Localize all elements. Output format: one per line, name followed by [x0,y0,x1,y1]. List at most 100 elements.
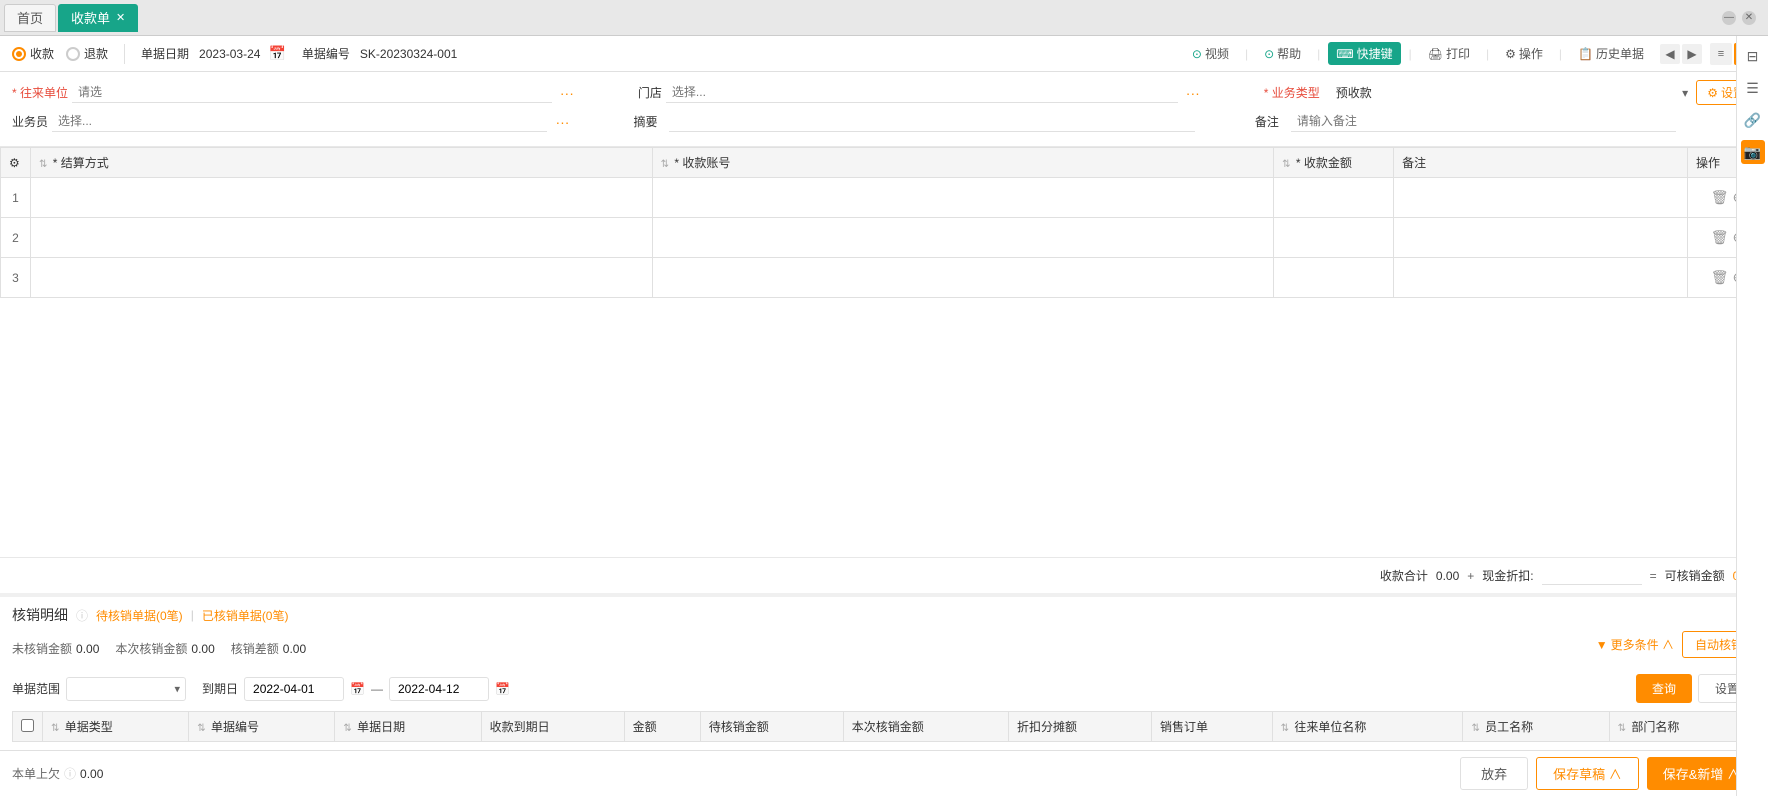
row-2-remarks[interactable] [1394,218,1688,258]
row-3-amount[interactable] [1274,258,1394,298]
counterpart-sort[interactable] [1281,720,1291,734]
writeoff-stats: 未核销金额 0.00 本次核销金额 0.00 核销差额 0.00 ▼ 更多条件 … [12,631,1756,666]
due-date-start-input[interactable] [244,677,344,701]
radio-receipt-label: 收款 [30,45,54,62]
row-1-delete-button[interactable]: 🗑 [1711,189,1729,206]
tab-bar: 首页 收款单 ✕ — ✕ [0,0,1768,36]
counterpart-more-icon[interactable]: ··· [556,85,578,101]
right-panel-attachment-button[interactable]: 🔗 [1741,108,1765,132]
account-sort[interactable] [661,156,671,170]
shop-more-icon[interactable]: ··· [1182,85,1204,101]
row-1-amount[interactable] [1274,178,1394,218]
row-1-remarks[interactable] [1394,178,1688,218]
number-field: 单据编号 SK-20230324-001 [302,45,457,62]
current-value: 0.00 [191,642,214,656]
right-panel-list-button[interactable]: ☰ [1741,76,1765,100]
range-select[interactable] [66,677,186,701]
table-row: 3 🗑 ⊕ [1,258,1768,298]
prev-arrow[interactable]: ◀ [1660,44,1680,64]
toolbar-divider-1 [124,44,125,64]
writeoff-info-icon[interactable]: ⓘ [76,607,88,624]
next-arrow[interactable]: ▶ [1682,44,1702,64]
filter-row: 单据范围 到期日 📅 — 📅 [12,674,1756,703]
video-icon: ⊙ [1192,47,1202,61]
shop-input[interactable] [666,82,1178,103]
operation-button[interactable]: ⚙ 操作 [1497,42,1551,65]
amount-sort[interactable] [1282,156,1292,170]
discount-input[interactable] [1542,566,1642,585]
radio-refund-dot [66,47,80,61]
minimize-button[interactable]: — [1722,11,1736,25]
row-1-settlement[interactable] [31,178,653,218]
type-sort[interactable] [51,720,61,734]
help-button[interactable]: ⊙ 帮助 [1256,42,1309,65]
remarks-input[interactable] [1291,111,1676,132]
row-2-delete-button[interactable]: 🗑 [1711,229,1729,246]
filter-icon: ▼ [1596,638,1608,652]
info-icon[interactable]: ⓘ [64,765,76,782]
number-header: 单据编号 [189,712,335,742]
right-panel-camera-button[interactable]: 📷 [1741,140,1765,164]
department-sort[interactable] [1618,720,1628,734]
tab-receipt[interactable]: 收款单 ✕ [58,4,138,32]
number-sort[interactable] [197,720,207,734]
bottom-bar: 本单上欠 ⓘ 0.00 放弃 保存草稿 ∧ 保存&新增 ∧ [0,750,1768,796]
pending-header: 待核销金额 [700,712,843,742]
settlement-sort[interactable] [39,156,49,170]
stat-unpaid: 未核销金额 0.00 [12,640,99,657]
row-2-amount[interactable] [1274,218,1394,258]
range-label: 单据范围 [12,680,60,697]
video-button[interactable]: ⊙ 视频 [1184,42,1237,65]
radio-receipt[interactable]: 收款 [12,45,54,62]
row-3-remarks[interactable] [1394,258,1688,298]
row-1-account[interactable] [652,178,1274,218]
discount-col-label: 折扣分摊额 [1017,720,1077,734]
select-all-checkbox[interactable] [21,719,34,732]
pending-tab[interactable]: 待核销单据(0笔) [96,607,183,624]
writeoff-table: 单据类型 单据编号 单据日期 收款到期日 [12,711,1756,742]
query-button[interactable]: 查询 [1636,674,1692,703]
range-field: 单据范围 [12,677,186,701]
row-3-settlement[interactable] [31,258,653,298]
sep3: | [1409,47,1412,61]
date-sort[interactable] [343,720,353,734]
tab-receipt-close[interactable]: ✕ [116,11,125,24]
calendar-icon[interactable]: 📅 [268,45,285,62]
employee-sort[interactable] [1471,720,1481,734]
current-col-header: 本次核销金额 [843,712,1008,742]
counterpart-input[interactable] [72,82,552,103]
salesperson-input[interactable] [52,111,547,132]
net-label: 可核销金额 [1665,567,1725,584]
abandon-button[interactable]: 放弃 [1460,757,1528,790]
due-date-end-input[interactable] [389,677,489,701]
print-button[interactable]: 🖨 打印 [1420,42,1478,65]
close-window-button[interactable]: ✕ [1742,11,1756,25]
shortcut-button[interactable]: ⌨ 快捷键 [1328,42,1400,65]
remarks-header: 备注 [1394,148,1688,178]
summary-label: 摘要 [633,113,657,130]
row-2-settlement[interactable] [31,218,653,258]
counterpart-col-header: 往来单位名称 [1272,712,1463,742]
save-draft-button[interactable]: 保存草稿 ∧ [1536,757,1639,790]
radio-refund[interactable]: 退款 [66,45,108,62]
row-3-delete-button[interactable]: 🗑 [1711,269,1729,286]
cal-icon-2[interactable]: 📅 [495,682,510,696]
remarks-label: 备注 [1255,113,1279,130]
due-date-header: 收款到期日 [481,712,624,742]
history-button[interactable]: 📋 历史单据 [1570,42,1652,65]
writeoff-header: 核销明细 ⓘ 待核销单据(0笔) | 已核销单据(0笔) [12,605,1756,625]
data-table: ⚙ * 结算方式 * 收款账号 * 收款金额 [0,147,1768,298]
row-3-account[interactable] [652,258,1274,298]
business-type-dropdown[interactable]: ▾ [1682,86,1688,100]
cal-icon-1[interactable]: 📅 [350,682,365,696]
summary-input[interactable] [669,111,1194,132]
more-conditions-button[interactable]: ▼ 更多条件 ∧ [1596,636,1674,653]
completed-tab[interactable]: 已核销单据(0笔) [202,607,289,624]
row-2-account[interactable] [652,218,1274,258]
main-container: 收款 退款 单据日期 2023-03-24 📅 单据编号 SK-20230324… [0,36,1768,796]
salesperson-more-icon[interactable]: ··· [551,114,573,130]
right-panel-table-button[interactable]: ⊟ [1741,44,1765,68]
tab-home[interactable]: 首页 [4,4,56,32]
list-view-button[interactable]: ≡ [1710,43,1732,65]
gear-header[interactable]: ⚙ [1,148,31,178]
